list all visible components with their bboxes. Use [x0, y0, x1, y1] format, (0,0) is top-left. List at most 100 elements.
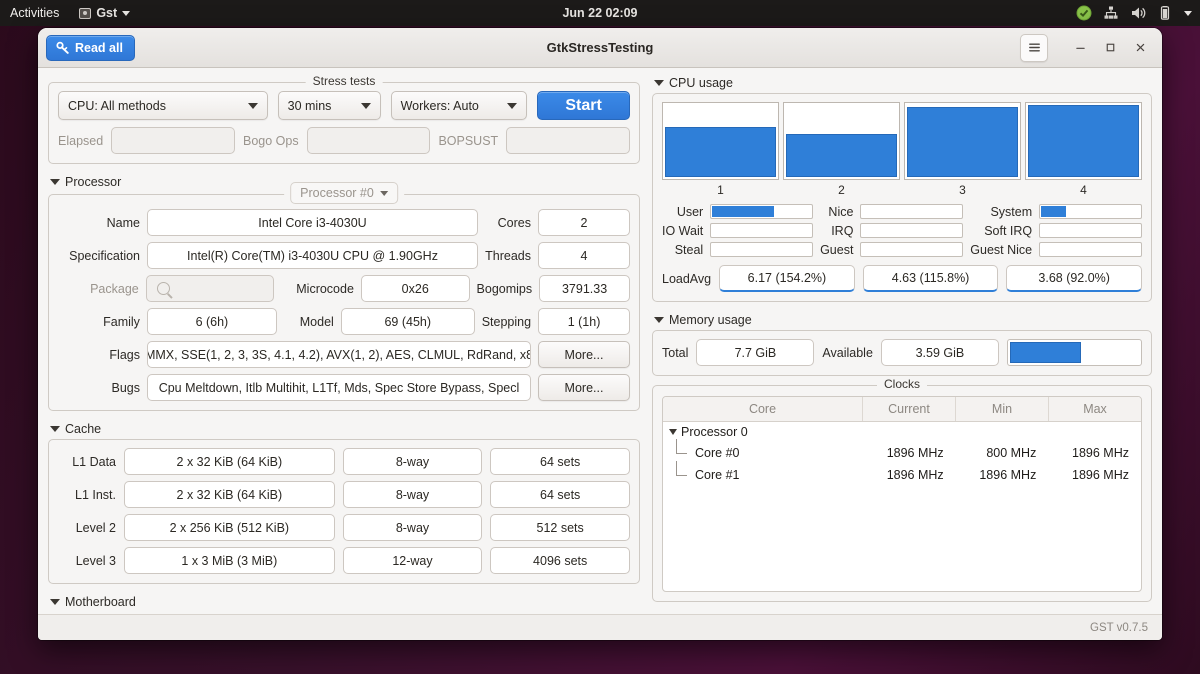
specification-value: Intel(R) Core(TM) i3-4030U CPU @ 1.90GHz — [147, 242, 478, 269]
cpu-core-bar: 2 — [783, 102, 900, 197]
stress-workers-dropdown[interactable]: Workers: Auto — [390, 91, 528, 120]
column-header-max[interactable]: Max — [1049, 397, 1141, 421]
stat-meter — [1039, 204, 1142, 219]
cpu-core-bar: 1 — [662, 102, 779, 197]
processor-selector-value: Processor #0 — [300, 186, 374, 200]
network-icon[interactable] — [1103, 5, 1119, 21]
triangle-down-icon — [50, 426, 60, 432]
stress-duration-dropdown[interactable]: 30 mins — [277, 91, 381, 120]
bopsust-label: BOPSUST — [438, 133, 499, 148]
bogo-ops-label: Bogo Ops — [243, 133, 299, 148]
bogo-ops-value — [306, 127, 431, 154]
cpu-stats-grid: User Nice System IO Wait IRQ Soft IRQ St… — [662, 204, 1142, 257]
start-button[interactable]: Start — [537, 91, 630, 120]
cache-row-ways: 8-way — [342, 481, 483, 508]
cpu-core-graph — [783, 102, 900, 180]
specification-label: Specification — [69, 248, 140, 263]
cache-row-ways: 8-way — [342, 514, 483, 541]
chevron-down-icon[interactable] — [1184, 10, 1192, 16]
memory-total-value: 7.7 GiB — [696, 339, 815, 366]
read-all-label: Read all — [75, 40, 123, 55]
stress-method-dropdown[interactable]: CPU: All methods — [58, 91, 268, 120]
cpu-usage-section-label: CPU usage — [669, 76, 733, 90]
stepping-label: Stepping — [481, 314, 532, 329]
core-name: Core #1 — [695, 468, 740, 482]
column-header-min[interactable]: Min — [956, 397, 1049, 421]
stat-label: Guest — [820, 242, 854, 257]
stress-tests-legend: Stress tests — [305, 74, 383, 88]
activities-button[interactable]: Activities — [0, 6, 71, 20]
column-header-core[interactable]: Core — [663, 397, 863, 421]
title-bar: Read all GtkStressTesting — [38, 28, 1162, 68]
family-value: 6 (6h) — [146, 308, 277, 335]
read-all-button[interactable]: Read all — [46, 34, 135, 61]
minimize-button[interactable] — [1066, 34, 1094, 62]
clocks-table[interactable]: Core Current Min Max Processor 0 Core #0… — [662, 396, 1142, 592]
core-current: 1896 MHz — [886, 468, 944, 482]
left-pane[interactable]: Stress tests CPU: All methods 30 mins Wo… — [38, 68, 648, 614]
cpu-core-label: 2 — [838, 183, 845, 197]
triangle-down-icon[interactable] — [669, 429, 677, 435]
right-pane: CPU usage 1 2 3 4 User Nice System IO Wa… — [648, 68, 1162, 614]
core-max: 1896 MHz — [1072, 468, 1130, 482]
elapsed-label: Elapsed — [58, 133, 104, 148]
app-menu-button[interactable]: Gst — [71, 6, 138, 20]
battery-icon[interactable] — [1157, 5, 1173, 21]
version-label: GST v0.7.5 — [1090, 621, 1148, 634]
bugs-value: Cpu Meltdown, Itlb Multihit, L1Tf, Mds, … — [147, 374, 531, 401]
app-window: Read all GtkStressTesting Stress tests C… — [38, 28, 1162, 640]
threads-label: Threads — [485, 248, 531, 263]
cpu-usage-section-expander[interactable]: CPU usage — [652, 74, 1152, 93]
package-label: Package — [90, 281, 139, 296]
processor-flags-row: Flags MMX, SSE(1, 2, 3, 3S, 4.1, 4.2), A… — [58, 341, 630, 368]
clocks-core-row[interactable]: Core #0 1896 MHz 800 MHz 1896 MHz — [663, 439, 1141, 464]
column-header-current[interactable]: Current — [863, 397, 956, 421]
status-bar: GST v0.7.5 — [38, 614, 1162, 640]
cache-section-expander[interactable]: Cache — [48, 420, 640, 439]
cpu-core-graph — [1025, 102, 1142, 180]
app-menu-label: Gst — [96, 6, 118, 20]
name-value: Intel Core i3-4030U — [147, 209, 478, 236]
name-label: Name — [106, 215, 140, 230]
hamburger-menu-button[interactable] — [1020, 33, 1048, 62]
cache-row: Level 3 1 x 3 MiB (3 MiB) 12-way 4096 se… — [58, 547, 630, 574]
stress-results-row: Elapsed Bogo Ops BOPSUST — [58, 127, 631, 154]
cpu-core-bars: 1 2 3 4 — [662, 102, 1142, 197]
app-icon — [79, 7, 92, 19]
close-button[interactable] — [1126, 34, 1154, 62]
bottom-spacer — [652, 602, 1152, 614]
cache-row-sets: 64 sets — [490, 448, 630, 475]
stress-tests-panel: Stress tests CPU: All methods 30 mins Wo… — [48, 74, 640, 164]
maximize-button[interactable] — [1096, 34, 1124, 62]
cpu-usage-panel: 1 2 3 4 User Nice System IO Wait IRQ Sof… — [652, 93, 1152, 302]
motherboard-section-expander[interactable]: Motherboard — [48, 593, 640, 612]
clocks-group-row[interactable]: Processor 0 — [663, 422, 1141, 442]
processor-selector[interactable]: Processor #0 — [284, 182, 404, 204]
stat-label: Soft IRQ — [984, 223, 1033, 238]
cache-row-label: Level 3 — [75, 553, 116, 568]
bugs-label: Bugs — [111, 380, 141, 395]
minimize-icon — [1075, 47, 1085, 49]
flags-more-button[interactable]: More... — [538, 341, 630, 368]
cache-row-size: 2 x 32 KiB (64 KiB) — [124, 481, 335, 508]
processor-package-row: Package Microcode 0x26 Bogomips 3791.33 — [58, 275, 630, 302]
updates-icon[interactable] — [1076, 5, 1092, 21]
chevron-down-icon — [247, 102, 258, 109]
bogomips-label: Bogomips — [476, 281, 533, 296]
stat-label: System — [990, 204, 1033, 219]
clocks-group-label: Processor 0 — [681, 425, 748, 439]
stat-meter — [1039, 223, 1142, 238]
processor-panel: Processor #0 Name Intel Core i3-4030U Co… — [48, 182, 640, 411]
core-min: 800 MHz — [986, 446, 1037, 460]
memory-usage-section-expander[interactable]: Memory usage — [652, 311, 1152, 330]
package-value — [145, 275, 275, 302]
cpu-core-fill — [1028, 105, 1139, 177]
bugs-more-button[interactable]: More... — [538, 374, 630, 401]
clock[interactable]: Jun 22 02:09 — [0, 6, 1200, 20]
clocks-core-row[interactable]: Core #1 1896 MHz 1896 MHz 1896 MHz — [663, 461, 1141, 486]
cache-row-label: L1 Inst. — [75, 487, 116, 502]
volume-icon[interactable] — [1130, 5, 1146, 21]
cache-row: Level 2 2 x 256 KiB (512 KiB) 8-way 512 … — [58, 514, 630, 541]
window-controls — [1020, 33, 1154, 62]
cache-row-ways: 12-way — [342, 547, 483, 574]
